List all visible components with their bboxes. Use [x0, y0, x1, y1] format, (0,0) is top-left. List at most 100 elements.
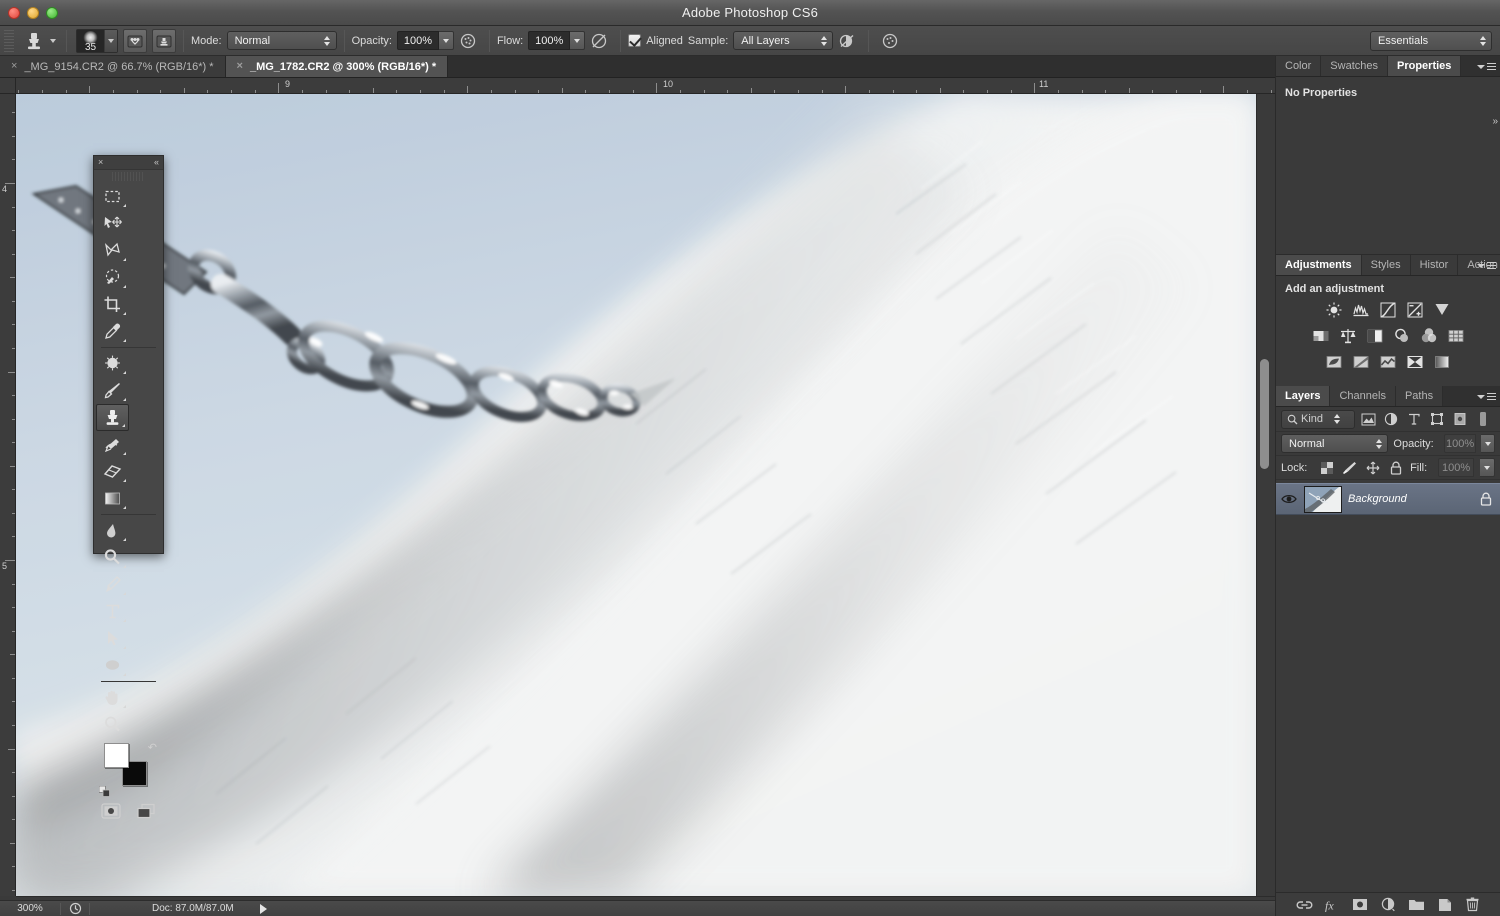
layer-fill-dropdown-button[interactable]	[1480, 458, 1495, 477]
filter-shape-layers-icon[interactable]	[1427, 409, 1447, 429]
black-white-icon[interactable]	[1364, 326, 1386, 346]
posterize-icon[interactable]	[1350, 352, 1372, 372]
tool-spot-healing-brush[interactable]	[96, 350, 129, 377]
lock-image-pixels-icon[interactable]	[1341, 459, 1358, 476]
ruler-corner[interactable]	[0, 78, 16, 94]
tool-gradient[interactable]	[96, 485, 129, 512]
tab-swatches[interactable]: Swatches	[1321, 56, 1388, 76]
tool-pen[interactable]	[96, 571, 129, 598]
tool-quick-selection[interactable]	[96, 264, 129, 291]
tools-panel-header[interactable]: × «	[94, 156, 163, 170]
tab-channels[interactable]: Channels	[1330, 386, 1396, 406]
color-lookup-icon[interactable]	[1445, 326, 1467, 346]
brush-preset-chevron-icon[interactable]	[104, 29, 117, 52]
zoom-window-button[interactable]	[46, 7, 58, 19]
tool-blur[interactable]	[96, 517, 129, 544]
invert-icon[interactable]	[1323, 352, 1345, 372]
tab-properties[interactable]: Properties	[1388, 56, 1462, 76]
foreground-color-swatch[interactable]	[104, 743, 129, 768]
threshold-icon[interactable]	[1377, 352, 1399, 372]
tablet-pressure-icon[interactable]	[878, 30, 902, 52]
tab-layers[interactable]: Layers	[1276, 386, 1331, 406]
gradient-map-icon[interactable]	[1431, 352, 1453, 372]
tool-dodge[interactable]	[96, 544, 129, 571]
table-row[interactable]: Background	[1276, 483, 1500, 515]
channel-mixer-icon[interactable]	[1418, 326, 1440, 346]
flow-pressure-icon[interactable]	[587, 30, 611, 52]
close-icon[interactable]: ×	[11, 61, 17, 72]
add-layer-mask-icon[interactable]	[1350, 895, 1370, 915]
brightness-contrast-icon[interactable]	[1323, 300, 1345, 320]
lock-position-icon[interactable]	[1364, 459, 1381, 476]
close-icon[interactable]: ×	[237, 61, 243, 72]
zoom-level-input[interactable]: 300%	[0, 903, 60, 914]
tab-styles[interactable]: Styles	[1361, 255, 1411, 275]
layer-opacity-input[interactable]: 100%	[1443, 434, 1477, 453]
color-balance-icon[interactable]	[1337, 326, 1359, 346]
collapse-icon[interactable]: «	[154, 158, 159, 167]
horizontal-ruler[interactable]: 9 10 11	[16, 78, 1275, 94]
tool-crop[interactable]	[96, 291, 129, 318]
flow-input[interactable]: 100%	[528, 31, 571, 50]
exposure-icon[interactable]	[1404, 300, 1426, 320]
toggle-brush-panel-button[interactable]	[123, 28, 147, 53]
layer-filter-kind-select[interactable]: Kind	[1281, 409, 1355, 429]
toggle-clone-source-panel-button[interactable]	[152, 28, 176, 53]
link-layers-icon[interactable]	[1294, 895, 1314, 915]
hue-saturation-icon[interactable]	[1310, 326, 1332, 346]
opacity-dropdown-button[interactable]	[438, 31, 454, 50]
panel-menu-icon[interactable]	[1477, 56, 1496, 77]
minimize-window-button[interactable]	[27, 7, 39, 19]
tab-paths[interactable]: Paths	[1395, 386, 1444, 406]
new-adjustment-layer-icon[interactable]	[1378, 895, 1398, 915]
tab-color[interactable]: Color	[1276, 56, 1322, 76]
brush-preset-picker[interactable]: 35	[76, 28, 118, 53]
tool-preset-chevron-icon[interactable]	[50, 38, 56, 43]
tool-rectangular-marquee[interactable]	[96, 183, 129, 210]
filter-adjustment-layers-icon[interactable]	[1381, 409, 1401, 429]
close-window-button[interactable]	[8, 7, 20, 19]
ignore-adjustment-layers-icon[interactable]	[835, 30, 859, 52]
layer-blend-mode-select[interactable]: Normal	[1281, 434, 1389, 453]
tool-zoom[interactable]	[96, 711, 129, 738]
panel-menu-icon[interactable]	[1477, 255, 1496, 276]
quick-mask-icon[interactable]	[98, 801, 124, 821]
layer-opacity-dropdown-button[interactable]	[1481, 434, 1495, 453]
tool-ellipse-shape[interactable]	[96, 652, 129, 679]
blend-mode-select[interactable]: Normal	[226, 31, 337, 50]
airbrush-icon[interactable]	[456, 30, 480, 52]
flow-dropdown-button[interactable]	[570, 31, 586, 50]
lock-transparent-pixels-icon[interactable]	[1318, 459, 1335, 476]
layer-style-fx-icon[interactable]: fx	[1322, 895, 1342, 915]
current-tool-preset[interactable]	[18, 28, 59, 54]
close-icon[interactable]: ×	[98, 158, 103, 167]
lock-all-icon[interactable]	[1387, 459, 1404, 476]
filter-type-layers-icon[interactable]	[1404, 409, 1424, 429]
history-state-icon[interactable]	[61, 902, 89, 915]
tool-eraser[interactable]	[96, 458, 129, 485]
layer-fill-input[interactable]: 100%	[1438, 458, 1475, 477]
tool-lasso[interactable]	[96, 237, 129, 264]
tool-horizontal-type[interactable]	[96, 598, 129, 625]
document-tab-2[interactable]: × _MG_1782.CR2 @ 300% (RGB/16*) *	[225, 56, 449, 77]
document-tab-1[interactable]: × _MG_9154.CR2 @ 66.7% (RGB/16*) *	[0, 56, 226, 77]
default-colors-icon[interactable]	[99, 786, 110, 797]
layer-thumbnail[interactable]	[1304, 485, 1342, 513]
sample-select[interactable]: All Layers	[733, 31, 834, 50]
tools-panel-grip[interactable]	[112, 172, 145, 181]
swap-colors-icon[interactable]: ↶	[148, 741, 157, 754]
delete-layer-icon[interactable]	[1463, 895, 1483, 915]
image-canvas[interactable]	[16, 94, 1256, 896]
tool-brush[interactable]	[96, 377, 129, 404]
tool-move[interactable]	[96, 210, 129, 237]
tool-history-brush[interactable]	[96, 431, 129, 458]
new-group-icon[interactable]	[1407, 895, 1427, 915]
photo-filter-icon[interactable]	[1391, 326, 1413, 346]
workspace-switcher[interactable]: Essentials	[1370, 31, 1492, 51]
selective-color-icon[interactable]	[1404, 352, 1426, 372]
tab-history[interactable]: Histor	[1410, 255, 1459, 275]
opacity-input[interactable]: 100%	[396, 31, 439, 50]
vertical-scroll-thumb[interactable]	[1260, 359, 1269, 469]
options-bar-grip[interactable]	[4, 29, 14, 52]
vertical-ruler[interactable]: 45	[0, 94, 16, 896]
